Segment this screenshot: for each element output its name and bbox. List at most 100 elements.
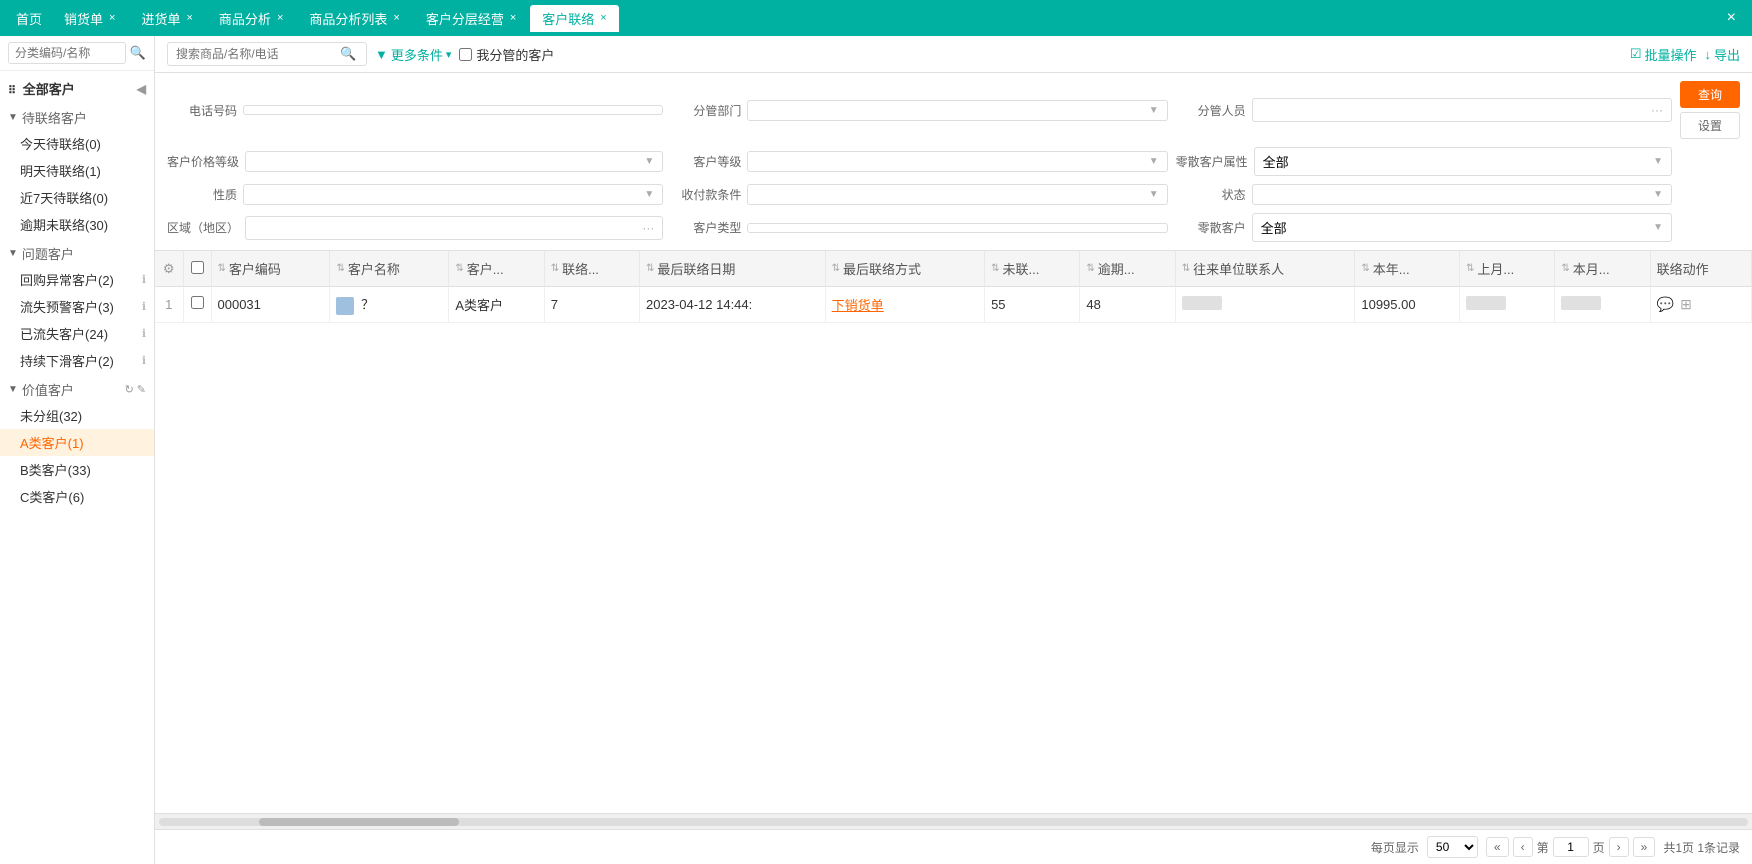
sidebar-collapse-icon[interactable]: ◀ [137, 82, 146, 96]
sidebar-item-tomorrow[interactable]: 明天待联络(1) [0, 157, 154, 184]
th-overdue-sort-icon: ⇅ [1086, 263, 1094, 274]
nav-tab-analysis-list[interactable]: 商品分析列表 × [297, 5, 411, 32]
close-sales-tab[interactable]: × [109, 12, 115, 24]
sidebar-search-area: 🔍 [0, 36, 154, 71]
horizontal-scrollbar[interactable] [155, 813, 1752, 829]
close-purchase-tab[interactable]: × [186, 12, 192, 24]
close-analysis-list-tab[interactable]: × [393, 12, 399, 24]
customer-grade-caret-icon: ▼ [1149, 156, 1159, 167]
sidebar-item-overdue[interactable]: 逾期未联络(30) [0, 211, 154, 238]
per-page-select[interactable]: 50 100 200 [1427, 836, 1478, 858]
abnormal-info-icon: ℹ [142, 273, 146, 286]
more-conditions-btn[interactable]: ▼ 更多条件 ▾ [375, 45, 451, 64]
prev-page-btn[interactable]: ‹ [1513, 837, 1533, 857]
nav-tab-customer-seg[interactable]: 客户分层经营 × [414, 5, 528, 32]
window-close-btn[interactable]: × [1719, 9, 1744, 27]
customer-type-input[interactable] [747, 223, 1167, 233]
sidebar-item-today[interactable]: 今天待联络(0) [0, 130, 154, 157]
page-suffix: 页 [1593, 839, 1605, 856]
sidebar-item-ungrouped[interactable]: 未分组(32) [0, 402, 154, 429]
sidebar-item-churn-warning[interactable]: 流失预警客户(3) ℹ [0, 293, 154, 320]
nav-tab-purchase[interactable]: 进货单 × [129, 5, 204, 32]
status-select[interactable]: ▼ [1252, 184, 1672, 205]
row-last-method[interactable]: 下销货单 [825, 287, 984, 323]
payment-caret-icon: ▼ [1149, 189, 1159, 200]
value-refresh-icon[interactable]: ↻ [125, 383, 134, 396]
batch-ops-btn[interactable]: ☑ 批量操作 [1630, 45, 1697, 64]
row-last-month [1460, 287, 1555, 323]
sidebar-item-b-class[interactable]: B类客户(33) [0, 456, 154, 483]
sidebar-item-abnormal[interactable]: 回购异常客户(2) ℹ [0, 266, 154, 293]
search-input[interactable] [176, 47, 336, 61]
search-icon[interactable]: 🔍 [340, 46, 356, 62]
sidebar-item-c-class[interactable]: C类客户(6) [0, 483, 154, 510]
filter-actions: ☑ 批量操作 ↓ 导出 [1630, 45, 1740, 64]
th-this-month-sort-icon: ⇅ [1561, 263, 1569, 274]
sidebar-item-7days[interactable]: 近7天待联络(0) [0, 184, 154, 211]
table-settings-header[interactable]: ⚙ [155, 251, 183, 287]
data-table: ⚙ ⇅ 客户编码 ⇅ 客户名称 [155, 251, 1752, 323]
row-checkbox[interactable] [191, 296, 204, 309]
phone-input[interactable] [243, 105, 663, 115]
th-no-contact: ⇅ 未联... [985, 251, 1080, 287]
nav-tab-analysis[interactable]: 商品分析 × [207, 5, 295, 32]
message-action-icon[interactable]: 💬 [1657, 296, 1674, 313]
value-arrow[interactable]: ▼ [8, 384, 18, 395]
main-layout: 🔍 ⠿ 全部客户 ◀ ▼ 待联络客户 今天待联络(0) 明天待联络(1) 近7天… [0, 36, 1752, 864]
customer-grade-select[interactable]: ▼ [747, 151, 1167, 172]
filter-retail-attr: 零散客户属性 全部 ▼ [1176, 147, 1672, 176]
row-overdue: 48 [1080, 287, 1175, 323]
person-input[interactable]: ··· [1252, 98, 1672, 122]
nature-select[interactable]: ▼ [243, 184, 663, 205]
problem-arrow[interactable]: ▼ [8, 248, 18, 259]
table-checkbox-header[interactable] [183, 251, 211, 287]
scrollbar-track[interactable] [159, 818, 1748, 826]
sidebar-item-declining[interactable]: 持续下滑客户(2) ℹ [0, 347, 154, 374]
price-grade-select[interactable]: ▼ [245, 151, 663, 172]
th-this-month: ⇅ 本月... [1555, 251, 1650, 287]
settings-button[interactable]: 设置 [1680, 112, 1740, 139]
qr-action-icon[interactable]: ⊞ [1680, 296, 1692, 313]
query-button[interactable]: 查询 [1680, 81, 1740, 108]
th-type-sort-icon: ⇅ [455, 263, 463, 274]
payment-select[interactable]: ▼ [747, 184, 1167, 205]
nav-tab-sales[interactable]: 销货单 × [52, 5, 127, 32]
scrollbar-thumb[interactable] [259, 818, 459, 826]
value-section-icons: ↻ ✎ [125, 383, 146, 396]
last-page-btn[interactable]: » [1633, 837, 1656, 857]
my-customers-checkbox[interactable] [459, 48, 472, 61]
sidebar-search-input[interactable] [8, 42, 126, 64]
sidebar: 🔍 ⠿ 全部客户 ◀ ▼ 待联络客户 今天待联络(0) 明天待联络(1) 近7天… [0, 36, 155, 864]
pending-arrow[interactable]: ▼ [8, 112, 18, 123]
sidebar-item-a-class[interactable]: A类客户(1) [0, 429, 154, 456]
value-edit-icon[interactable]: ✎ [137, 383, 146, 396]
th-overdue: ⇅ 逾期... [1080, 251, 1175, 287]
page-input[interactable] [1553, 837, 1589, 857]
chevron-down-icon: ▾ [446, 48, 452, 61]
sidebar-item-churned[interactable]: 已流失客户(24) ℹ [0, 320, 154, 347]
close-analysis-tab[interactable]: × [277, 12, 283, 24]
close-customer-seg-tab[interactable]: × [510, 12, 516, 24]
select-all-checkbox[interactable] [191, 261, 204, 274]
close-customer-contact-tab[interactable]: × [600, 12, 606, 24]
my-customers-checkbox-wrapper[interactable]: 我分管的客户 [459, 45, 554, 64]
dept-select[interactable]: ▼ [747, 100, 1167, 121]
dept-label: 分管部门 [671, 102, 741, 119]
region-label: 区域（地区） [167, 219, 239, 236]
row-checkbox-cell[interactable] [183, 287, 211, 323]
export-btn[interactable]: ↓ 导出 [1704, 45, 1740, 64]
retail-customer-select[interactable]: 全部 ▼ [1252, 213, 1672, 242]
retail-attr-select[interactable]: 全部 ▼ [1254, 147, 1672, 176]
last-method-link[interactable]: 下销货单 [832, 298, 884, 313]
retail-customer-caret-icon: ▼ [1653, 222, 1663, 233]
first-page-btn[interactable]: « [1486, 837, 1509, 857]
sidebar-search-icon[interactable]: 🔍 [130, 45, 146, 61]
next-page-btn[interactable]: › [1609, 837, 1629, 857]
nav-home[interactable]: 首页 [8, 5, 50, 32]
nav-tab-customer-contact[interactable]: 客户联络 × [530, 5, 618, 32]
row-name: ？ [330, 287, 449, 323]
sidebar-all-label: ⠿ 全部客户 [8, 79, 75, 98]
sidebar-all-customers: ⠿ 全部客户 ◀ [0, 71, 154, 102]
th-contact-sort-icon: ⇅ [551, 263, 559, 274]
region-input[interactable]: ··· [245, 216, 663, 240]
